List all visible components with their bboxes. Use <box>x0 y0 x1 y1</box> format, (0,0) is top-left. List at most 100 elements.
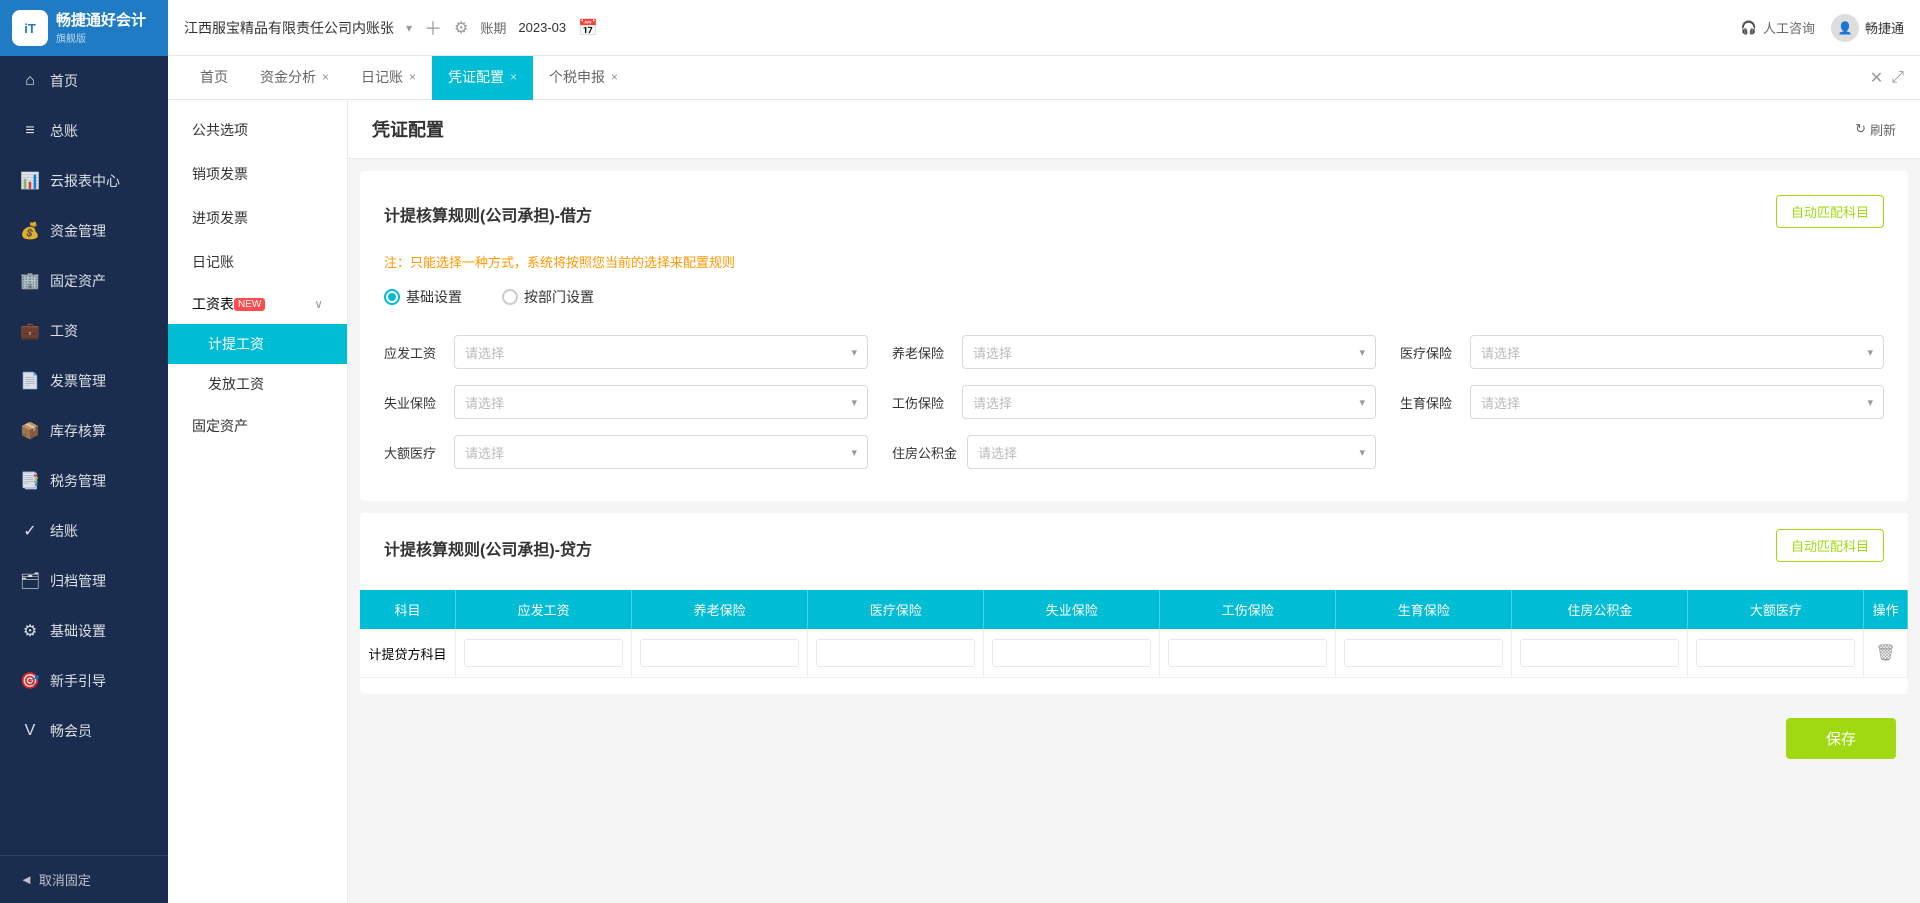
menu-item-salary-table[interactable]: 工资表 NEW ∨ <box>168 284 347 324</box>
gear-button[interactable]: ⚙ <box>454 18 468 38</box>
input-big-medical[interactable] <box>1696 639 1855 667</box>
select-big-medical-value: 请选择 <box>465 443 504 462</box>
debit-section-title: 计提核算规则(公司承担)-借方 <box>384 202 592 226</box>
sidebar-label-tax: 税务管理 <box>50 471 106 491</box>
tab-tax[interactable]: 个税申报 × <box>533 56 634 100</box>
select-big-medical[interactable]: 请选择 ▾ <box>454 435 868 469</box>
sidebar-item-salary[interactable]: 💼 工资 <box>0 306 168 356</box>
company-dropdown-icon[interactable]: ▾ <box>406 21 412 35</box>
tab-voucher-label: 凭证配置 <box>448 67 504 87</box>
tab-voucher-config[interactable]: 凭证配置 × <box>432 56 533 100</box>
menu-item-public[interactable]: 公共选项 <box>168 108 347 152</box>
sidebar-logo: iT 畅捷通好会计 旗舰版 <box>0 0 168 56</box>
tab-finance-analysis[interactable]: 资金分析 × <box>244 56 345 100</box>
sidebar-item-settings[interactable]: ⚙ 基础设置 <box>0 606 168 656</box>
td-row-label: 计提贷方科目 <box>360 629 456 678</box>
sidebar-item-close[interactable]: ✓ 结账 <box>0 506 168 556</box>
sidebar-item-reports[interactable]: 📊 云报表中心 <box>0 156 168 206</box>
page-title: 凭证配置 <box>372 116 444 142</box>
label-injury: 工伤保险 <box>892 393 952 412</box>
sidebar-item-tax[interactable]: 📑 税务管理 <box>0 456 168 506</box>
tab-finance-close[interactable]: × <box>322 70 329 84</box>
menu-item-pay-salary[interactable]: 发放工资 <box>168 364 347 404</box>
select-injury[interactable]: 请选择 ▾ <box>962 385 1376 419</box>
auto-match-credit-button[interactable]: 自动匹配科目 <box>1776 529 1884 562</box>
debit-form: 应发工资 请选择 ▾ 养老保险 请选择 ▾ 医疗 <box>384 327 1884 477</box>
radio-basic[interactable]: 基础设置 <box>384 287 462 307</box>
refresh-icon: ↻ <box>1855 121 1866 137</box>
input-base-salary[interactable] <box>464 639 623 667</box>
calendar-icon[interactable]: 📅 <box>578 18 598 38</box>
select-housing-fund[interactable]: 请选择 ▾ <box>967 435 1376 469</box>
menu-item-sales-invoice[interactable]: 销项发票 <box>168 152 347 196</box>
select-unemployment[interactable]: 请选择 ▾ <box>454 385 868 419</box>
input-medical[interactable] <box>816 639 975 667</box>
sidebar-item-finance[interactable]: 💰 资金管理 <box>0 206 168 256</box>
tax-icon: 📑 <box>20 471 40 491</box>
td-unemployment-input <box>984 629 1160 678</box>
label-medical: 医疗保险 <box>1400 343 1460 362</box>
sidebar-item-invoice[interactable]: 📄 发票管理 <box>0 356 168 406</box>
service-button[interactable]: 🎧 人工咨询 <box>1741 18 1815 37</box>
sidebar-item-inventory[interactable]: 📦 库存核算 <box>0 406 168 456</box>
sidebar-item-assets[interactable]: 🏢 固定资产 <box>0 256 168 306</box>
tab-tax-close[interactable]: × <box>611 70 618 84</box>
select-medical[interactable]: 请选择 ▾ <box>1470 335 1884 369</box>
logo-title: 畅捷通好会计 <box>56 12 146 30</box>
expand-window-button[interactable]: ⤢ <box>1891 69 1904 87</box>
table-header-row: 科目 应发工资 养老保险 医疗保险 失业保险 工伤保险 生育保险 住房公积金 大… <box>360 590 1908 629</box>
sidebar-item-archive[interactable]: 🗂 归档管理 <box>0 556 168 606</box>
menu-item-fixed-assets[interactable]: 固定资产 <box>168 404 347 448</box>
refresh-button[interactable]: ↻ 刷新 <box>1855 120 1896 139</box>
user-menu[interactable]: 👤 畅捷通 <box>1831 14 1904 42</box>
input-unemployment[interactable] <box>992 639 1151 667</box>
field-housing-fund: 住房公积金 请选择 ▾ <box>892 435 1376 469</box>
save-button[interactable]: 保存 <box>1786 718 1896 759</box>
label-unemployment: 失业保险 <box>384 393 444 412</box>
menu-item-accrue-salary[interactable]: 计提工资 <box>168 324 347 364</box>
input-maternity[interactable] <box>1344 639 1503 667</box>
tab-journal-label: 日记账 <box>361 67 403 87</box>
radio-department[interactable]: 按部门设置 <box>502 287 594 307</box>
tab-tax-label: 个税申报 <box>549 67 605 87</box>
auto-match-debit-button[interactable]: 自动匹配科目 <box>1776 195 1884 228</box>
sidebar-label-archive: 归档管理 <box>50 571 106 591</box>
field-big-medical: 大额医疗 请选择 ▾ <box>384 435 868 469</box>
input-housing[interactable] <box>1520 639 1679 667</box>
tab-home[interactable]: 首页 <box>184 56 244 100</box>
td-injury-input <box>1160 629 1336 678</box>
sidebar-item-vip[interactable]: V 畅会员 <box>0 706 168 756</box>
refresh-label: 刷新 <box>1870 120 1896 139</box>
select-pension[interactable]: 请选择 ▾ <box>962 335 1376 369</box>
select-base-salary[interactable]: 请选择 ▾ <box>454 335 868 369</box>
tab-journal[interactable]: 日记账 × <box>345 56 432 100</box>
menu-item-purchase-invoice[interactable]: 进项发票 <box>168 196 347 240</box>
chevron-down-icon: ▾ <box>851 396 857 409</box>
credit-section-header: 计提核算规则(公司承担)-贷方 自动匹配科目 <box>360 513 1908 590</box>
td-base-salary-input <box>456 629 632 678</box>
logo-text-group: 畅捷通好会计 旗舰版 <box>56 12 146 45</box>
cancel-fixed-button[interactable]: ◄ 取消固定 <box>0 855 168 903</box>
delete-row-button[interactable]: 🗑 <box>1876 645 1896 662</box>
label-pension: 养老保险 <box>892 343 952 362</box>
input-pension[interactable] <box>640 639 799 667</box>
add-button[interactable]: ＋ <box>424 15 442 41</box>
notice-text: 注：只能选择一种方式，系统将按照您当前的选择来配置规则 <box>384 252 1884 271</box>
sidebar-label-guide: 新手引导 <box>50 671 106 691</box>
select-pension-value: 请选择 <box>973 343 1012 362</box>
credit-section: 计提核算规则(公司承担)-贷方 自动匹配科目 科目 应发工资 养老保险 医疗保险… <box>360 513 1908 694</box>
sidebar-item-home[interactable]: ⌂ 首页 <box>0 56 168 106</box>
th-injury: 工伤保险 <box>1160 590 1336 629</box>
sidebar-label-ledger: 总账 <box>50 121 78 141</box>
tab-voucher-close[interactable]: × <box>510 70 517 84</box>
td-medical-input <box>808 629 984 678</box>
select-maternity[interactable]: 请选择 ▾ <box>1470 385 1884 419</box>
close-window-button[interactable]: ✕ <box>1870 68 1883 88</box>
archive-icon: 🗂 <box>20 571 40 591</box>
menu-item-journal[interactable]: 日记账 <box>168 240 347 284</box>
ledger-icon: ≡ <box>20 122 40 140</box>
sidebar-item-ledger[interactable]: ≡ 总账 <box>0 106 168 156</box>
input-injury[interactable] <box>1168 639 1327 667</box>
sidebar-item-guide[interactable]: 🎯 新手引导 <box>0 656 168 706</box>
tab-journal-close[interactable]: × <box>409 70 416 84</box>
